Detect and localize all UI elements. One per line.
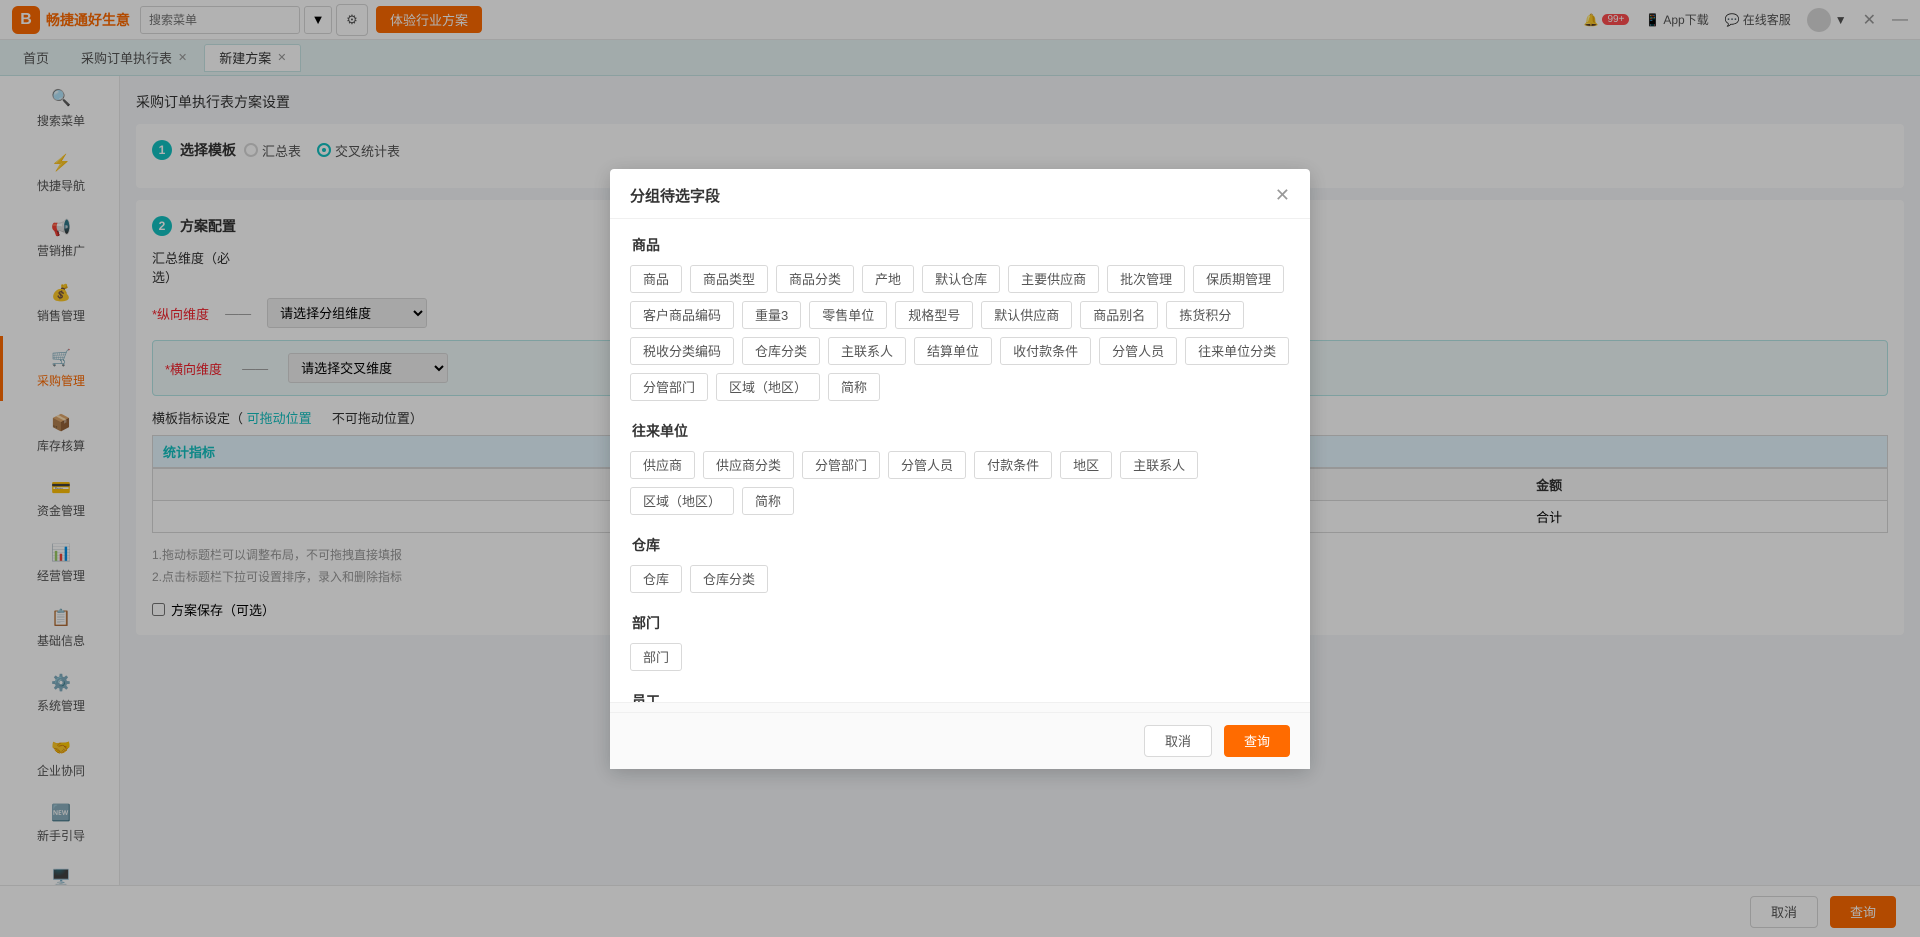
field-tag[interactable]: 地区	[1060, 451, 1112, 479]
field-tag[interactable]: 简称	[828, 373, 880, 401]
modal-header: 分组待选字段 ✕	[610, 169, 1310, 219]
field-tag[interactable]: 收付款条件	[1000, 337, 1091, 365]
field-section-部门: 部门部门	[630, 613, 1290, 671]
field-section-title-仓库: 仓库	[630, 535, 1290, 555]
field-tag[interactable]: 结算单位	[914, 337, 992, 365]
field-tag[interactable]: 付款条件	[974, 451, 1052, 479]
field-tag[interactable]: 产地	[862, 265, 914, 293]
modal-cancel-button[interactable]: 取消	[1144, 725, 1212, 757]
field-tag[interactable]: 拣货积分	[1166, 301, 1244, 329]
field-tag[interactable]: 商品类型	[690, 265, 768, 293]
field-tag[interactable]: 零售单位	[809, 301, 887, 329]
field-section-title-部门: 部门	[630, 613, 1290, 633]
field-tag[interactable]: 往来单位分类	[1185, 337, 1289, 365]
field-tag[interactable]: 区域（地区）	[716, 373, 820, 401]
field-tag[interactable]: 商品别名	[1080, 301, 1158, 329]
modal-overlay: 分组待选字段 ✕ 商品商品商品类型商品分类产地默认仓库主要供应商批次管理保质期管…	[0, 0, 1920, 937]
field-tag[interactable]: 商品	[630, 265, 682, 293]
modal-title: 分组待选字段	[630, 185, 720, 206]
field-tag[interactable]: 重量3	[742, 301, 801, 329]
field-section-仓库: 仓库仓库仓库分类	[630, 535, 1290, 593]
field-tag[interactable]: 客户商品编码	[630, 301, 734, 329]
field-tag[interactable]: 分管人员	[888, 451, 966, 479]
field-tags-商品: 商品商品类型商品分类产地默认仓库主要供应商批次管理保质期管理客户商品编码重量3 零…	[630, 265, 1290, 401]
field-tag[interactable]: 供应商	[630, 451, 695, 479]
field-tag[interactable]: 税收分类编码	[630, 337, 734, 365]
field-tag[interactable]: 供应商分类	[703, 451, 794, 479]
modal-horizontal-scroll[interactable]	[610, 702, 1310, 711]
field-tag[interactable]: 仓库分类	[742, 337, 820, 365]
field-section-title-商品: 商品	[630, 235, 1290, 255]
field-tags-仓库: 仓库仓库分类	[630, 565, 1290, 593]
field-tag[interactable]: 分管部门	[802, 451, 880, 479]
field-tags-往来单位: 供应商供应商分类分管部门分管人员付款条件地区主联系人区域（地区） 简称	[630, 451, 1290, 515]
field-tag[interactable]: 默认供应商	[981, 301, 1072, 329]
field-tag[interactable]: 主联系人	[1120, 451, 1198, 479]
field-section-title-员工: 员工	[630, 691, 1290, 703]
field-select-modal: 分组待选字段 ✕ 商品商品商品类型商品分类产地默认仓库主要供应商批次管理保质期管…	[610, 169, 1310, 769]
field-tag[interactable]: 批次管理	[1107, 265, 1185, 293]
field-tag[interactable]: 仓库	[630, 565, 682, 593]
field-section-往来单位: 往来单位供应商供应商分类分管部门分管人员付款条件地区主联系人区域（地区） 简称	[630, 421, 1290, 515]
field-tag[interactable]: 区域（地区）	[630, 487, 734, 515]
field-tag[interactable]: 主要供应商	[1008, 265, 1099, 293]
field-tags-部门: 部门	[630, 643, 1290, 671]
field-tag[interactable]: 简称	[742, 487, 794, 515]
field-tag[interactable]: 默认仓库	[922, 265, 1000, 293]
field-tag[interactable]: 规格型号	[895, 301, 973, 329]
field-tag[interactable]: 商品分类	[776, 265, 854, 293]
modal-close-button[interactable]: ✕	[1275, 186, 1290, 204]
modal-confirm-button[interactable]: 查询	[1224, 725, 1290, 757]
modal-body: 商品商品商品类型商品分类产地默认仓库主要供应商批次管理保质期管理客户商品编码重量…	[610, 219, 1310, 703]
field-section-员工: 员工业务员	[630, 691, 1290, 703]
field-tag[interactable]: 部门	[630, 643, 682, 671]
field-tag[interactable]: 主联系人	[828, 337, 906, 365]
field-section-商品: 商品商品商品类型商品分类产地默认仓库主要供应商批次管理保质期管理客户商品编码重量…	[630, 235, 1290, 401]
field-tag[interactable]: 分管人员	[1099, 337, 1177, 365]
field-tag[interactable]: 保质期管理	[1193, 265, 1284, 293]
modal-footer: 取消 查询	[610, 712, 1310, 769]
field-tag[interactable]: 分管部门	[630, 373, 708, 401]
field-section-title-往来单位: 往来单位	[630, 421, 1290, 441]
field-tag[interactable]: 仓库分类	[690, 565, 768, 593]
